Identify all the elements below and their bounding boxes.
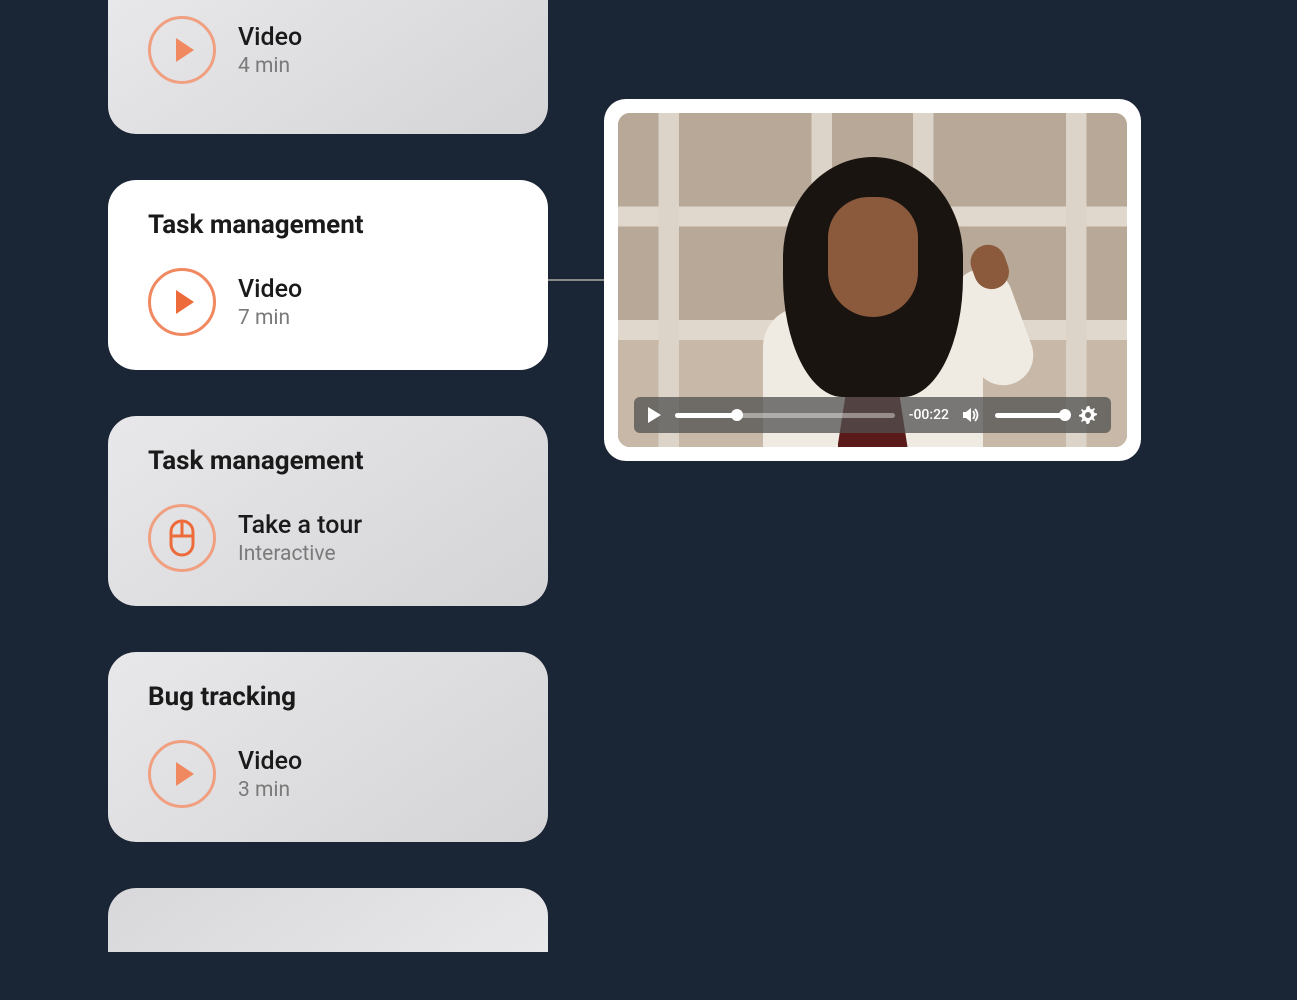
lesson-card-active[interactable]: Task management Video 7 min [108, 180, 548, 370]
volume-thumb[interactable] [1059, 409, 1071, 421]
content-meta: 7 min [238, 306, 302, 330]
time-remaining: -00:22 [909, 407, 949, 423]
card-title: Task management [148, 446, 508, 476]
video-controls: -00:22 [634, 397, 1111, 433]
card-body: Video 7 min [148, 268, 508, 336]
settings-icon[interactable] [1079, 406, 1097, 424]
content-type-label: Video [238, 275, 302, 304]
mouse-icon [148, 504, 216, 572]
content-type-label: Video [238, 23, 302, 52]
volume-icon[interactable] [963, 407, 981, 423]
play-icon [148, 268, 216, 336]
content-type-label: Video [238, 747, 302, 776]
card-title: Task management [148, 210, 508, 240]
lesson-card-list: Video 4 min Task management Video 7 min … [108, 0, 548, 998]
content-meta: Interactive [238, 542, 362, 566]
lesson-card[interactable]: Task management Take a tour Interactive [108, 416, 548, 606]
card-body: Video 3 min [148, 740, 508, 808]
play-icon [148, 740, 216, 808]
content-type-label: Take a tour [238, 511, 362, 540]
card-body: Video 4 min [148, 16, 302, 84]
card-text: Take a tour Interactive [238, 511, 362, 566]
lesson-card[interactable]: Video 4 min [108, 0, 548, 134]
play-button[interactable] [648, 407, 661, 423]
lesson-card[interactable]: Bug tracking Video 3 min [108, 652, 548, 842]
video-frame[interactable]: -00:22 [618, 113, 1127, 447]
card-title: Bug tracking [148, 682, 508, 712]
play-icon [148, 16, 216, 84]
card-text: Video 4 min [238, 23, 302, 78]
card-text: Video 7 min [238, 275, 302, 330]
connector-line [548, 279, 604, 281]
volume-slider[interactable] [995, 413, 1065, 418]
progress-bar[interactable] [675, 413, 895, 418]
card-body: Take a tour Interactive [148, 504, 508, 572]
progress-thumb[interactable] [731, 409, 743, 421]
video-player: -00:22 [604, 99, 1141, 461]
content-meta: 3 min [238, 778, 302, 802]
card-text: Video 3 min [238, 747, 302, 802]
lesson-card[interactable] [108, 888, 548, 952]
content-meta: 4 min [238, 54, 302, 78]
